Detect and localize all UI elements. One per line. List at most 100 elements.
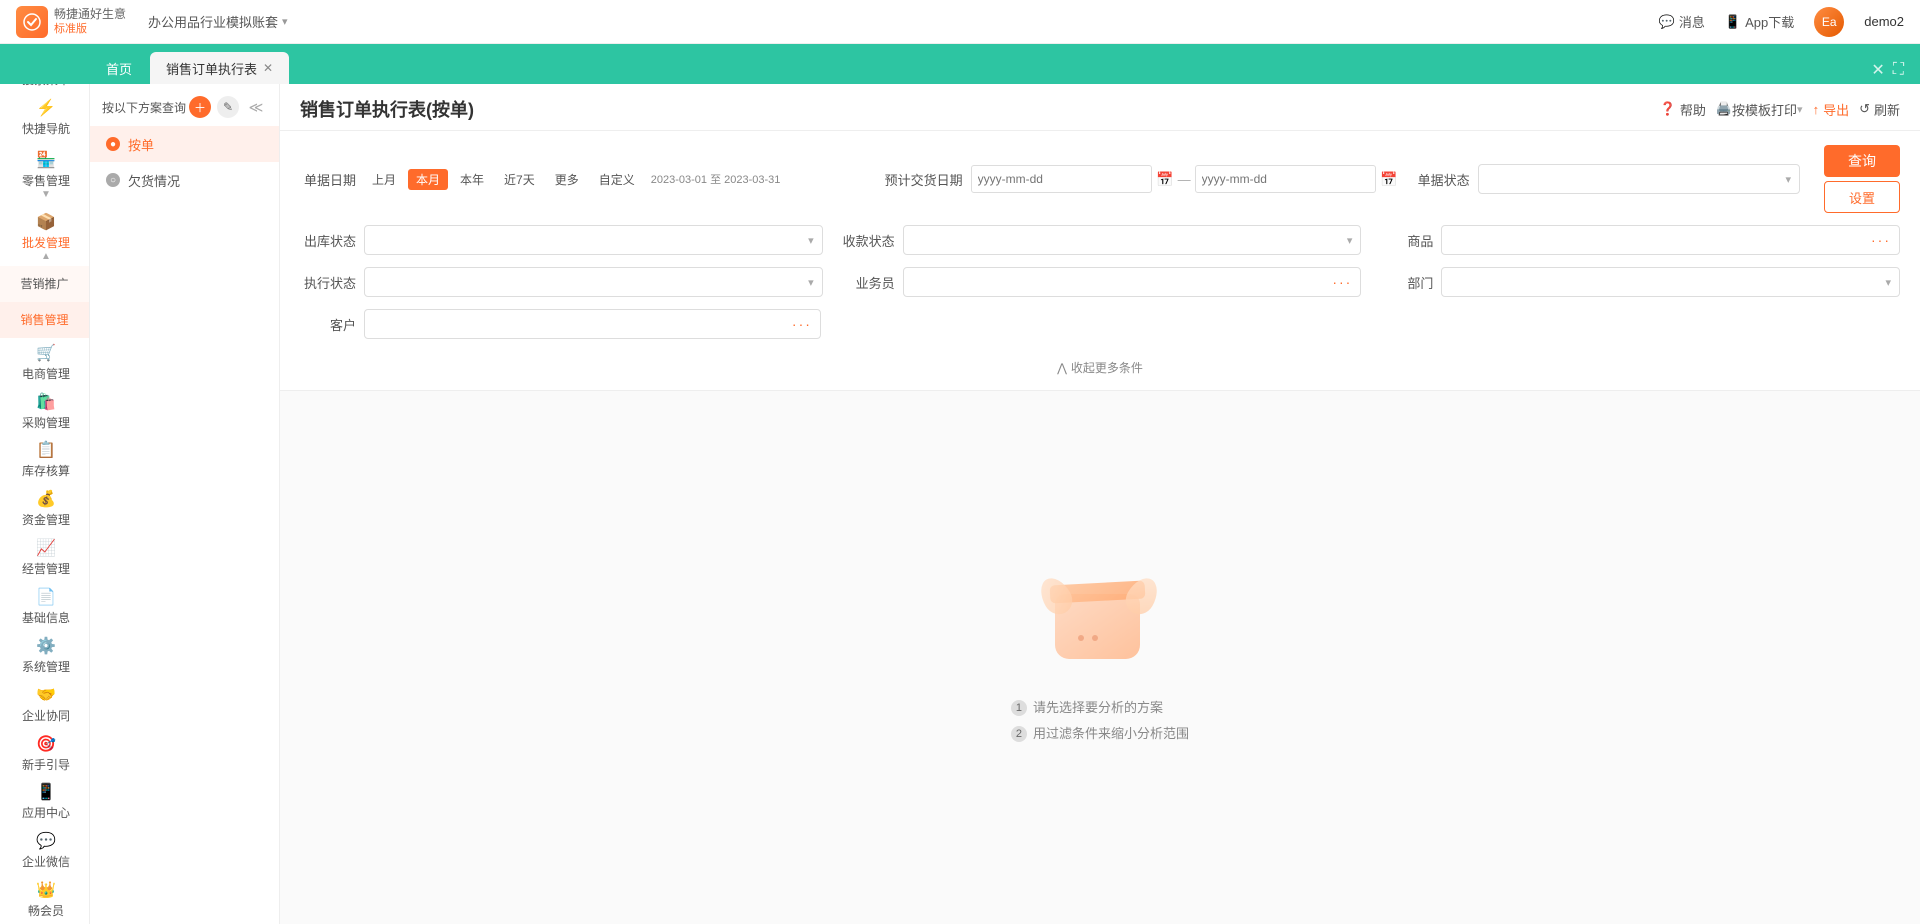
empty-face (1078, 635, 1098, 641)
quick-nav-icon: ⚡ (36, 98, 56, 118)
sidebar-item-basic-info[interactable]: 📄 基础信息 (0, 582, 89, 631)
avatar[interactable]: Ea (1814, 7, 1844, 37)
sidebar-item-marketing[interactable]: 营销推广 (0, 266, 89, 302)
sidebar-label-wholesale: 批发管理 (22, 234, 70, 251)
sidebar-item-app-center[interactable]: 📱 应用中心 (0, 777, 89, 826)
export-btn[interactable]: ↑ 导出 (1813, 100, 1850, 119)
sidebar-item-ecommerce[interactable]: 🛒 电商管理 (0, 338, 89, 387)
tab-sales-order[interactable]: 销售订单执行表 ✕ (150, 52, 289, 84)
expected-date-to[interactable] (1195, 165, 1377, 193)
help-icon: ❓ (1660, 101, 1676, 117)
filter-row-4: 客户 ··· (300, 309, 1900, 339)
empty-illustration (1040, 569, 1160, 679)
filter-row-3: 执行状态 ▾ 业务员 ··· 部门 (300, 267, 1900, 297)
retail-icon: 🏪 (36, 150, 56, 170)
date-tab-thismonth[interactable]: 本月 (408, 169, 448, 190)
date-tab-thisyear[interactable]: 本年 (452, 169, 492, 190)
print-btn[interactable]: 🖨️ 按模板打印 ▾ (1716, 100, 1803, 119)
filter-date: 单据日期 上月 本月 本年 近7天 更多 自定义 2023-03-01 至 20… (300, 169, 867, 190)
collect-status-arrow: ▾ (1347, 234, 1353, 247)
tab-close-window-icon[interactable]: ✕ (1871, 60, 1884, 80)
filter-ship-status: 出库状态 ▾ (300, 225, 823, 255)
nav-arrow: ▾ (282, 15, 288, 28)
sidebar-item-system[interactable]: ⚙️ 系统管理 (0, 631, 89, 680)
logo-main-text: 畅捷通好生意 (54, 7, 126, 23)
collapse-filters-btn[interactable]: ⋀ 收起更多条件 (300, 351, 1900, 380)
goods-dots[interactable]: ··· (1871, 232, 1891, 248)
sidebar-item-operations[interactable]: 📈 经营管理 (0, 533, 89, 582)
help-btn[interactable]: ❓ 帮助 (1660, 100, 1706, 119)
inventory-icon: 📋 (36, 440, 56, 460)
sidebar-item-member[interactable]: 👑 畅会员 (0, 875, 89, 924)
page-actions: ❓ 帮助 🖨️ 按模板打印 ▾ ↑ 导出 ↺ 刷新 (1660, 100, 1900, 119)
print-icon: 🖨️ (1716, 101, 1732, 117)
collab-icon: 🤝 (36, 685, 56, 705)
filter-customer: 客户 ··· (300, 309, 821, 339)
print-dropdown-arrow: ▾ (1797, 103, 1803, 116)
sales-order-tab-label: 销售订单执行表 (166, 59, 257, 78)
date-range-text: 2023-03-01 至 2023-03-31 (651, 171, 781, 187)
scheme-dot-active: ● (106, 137, 120, 151)
operations-icon: 📈 (36, 538, 56, 558)
date-label: 单据日期 (300, 170, 356, 189)
left-panel: 按以下方案查询 ＋ ✎ ≪ ● 按单 ○ 欠货情况 (90, 84, 280, 924)
username[interactable]: demo2 (1864, 14, 1904, 29)
sidebar-item-finance[interactable]: 💰 资金管理 (0, 484, 89, 533)
settings-button[interactable]: 设置 (1824, 181, 1900, 213)
filter-salesman: 业务员 ··· (839, 267, 1362, 297)
collapse-panel-btn[interactable]: ≪ (245, 96, 267, 118)
exec-status-select[interactable]: ▾ (364, 267, 823, 297)
page-title: 销售订单执行表(按单) (300, 96, 474, 122)
tab-home[interactable]: 首页 (90, 52, 148, 84)
nav-title[interactable]: 办公用品行业模拟账套 ▾ (148, 12, 288, 31)
logo-area: 畅捷通好生意 标准版 (16, 6, 126, 38)
customer-input[interactable]: ··· (364, 309, 821, 339)
calendar-icon-from[interactable]: 📅 (1156, 171, 1173, 188)
date-tab-lastmonth[interactable]: 上月 (364, 169, 404, 190)
sidebar-item-inventory[interactable]: 📋 库存核算 (0, 435, 89, 484)
sidebar-item-sales-mgmt[interactable]: 销售管理 (0, 302, 89, 338)
app-download-btn[interactable]: 📱 App下载 (1725, 12, 1794, 31)
scheme-actions: ＋ ✎ ≪ (189, 96, 267, 118)
date-tab-7days[interactable]: 近7天 (496, 169, 543, 190)
download-icon: 📱 (1725, 14, 1741, 30)
calendar-icon-to[interactable]: 📅 (1380, 171, 1397, 188)
left-panel-title: 按以下方案查询 (102, 99, 186, 116)
customer-dots[interactable]: ··· (792, 316, 812, 332)
date-tab-custom[interactable]: 自定义 (591, 169, 643, 190)
sidebar-item-retail[interactable]: 🏪 零售管理 ▼ (0, 142, 89, 204)
tab-close-icon[interactable]: ✕ (263, 61, 273, 75)
sidebar-item-wholesale[interactable]: 📦 批发管理 ▲ (0, 204, 89, 266)
message-btn[interactable]: 💬 消息 (1659, 12, 1705, 31)
date-tabs: 上月 本月 本年 近7天 更多 自定义 (364, 169, 643, 190)
sidebar-item-quick-nav[interactable]: ⚡ 快捷导航 (0, 93, 89, 142)
empty-hints: 1 请先选择要分析的方案 2 用过滤条件来缩小分析范围 (1011, 695, 1189, 747)
date-range-wrap: 2023-03-01 至 2023-03-31 (651, 171, 867, 187)
customer-label: 客户 (300, 315, 356, 334)
refresh-btn[interactable]: ↺ 刷新 (1859, 100, 1900, 119)
query-button[interactable]: 查询 (1824, 145, 1900, 177)
scheme-item-by-order[interactable]: ● 按单 (90, 126, 279, 162)
filter-dept: 部门 ▾ (1377, 267, 1900, 297)
expected-date-from[interactable] (971, 165, 1153, 193)
app-logo-icon (16, 6, 48, 38)
salesman-input[interactable]: ··· (903, 267, 1362, 297)
edit-scheme-btn[interactable]: ✎ (217, 96, 239, 118)
collect-status-select[interactable]: ▾ (903, 225, 1362, 255)
scheme-item-backorder[interactable]: ○ 欠货情况 (90, 162, 279, 198)
sidebar-item-enterprise-wechat[interactable]: 💬 企业微信 (0, 826, 89, 875)
sidebar-item-new-guide[interactable]: 🎯 新手引导 (0, 729, 89, 778)
dept-select[interactable]: ▾ (1441, 267, 1900, 297)
date-tab-more[interactable]: 更多 (547, 169, 587, 190)
sidebar-item-purchase[interactable]: 🛍️ 采购管理 (0, 387, 89, 436)
dept-arrow: ▾ (1885, 276, 1891, 289)
order-status-select[interactable]: ▾ (1478, 164, 1800, 194)
tab-maximize-icon[interactable]: ⛶ (1893, 61, 1904, 79)
goods-input[interactable]: ··· (1441, 225, 1900, 255)
add-scheme-btn[interactable]: ＋ (189, 96, 211, 118)
ship-status-select[interactable]: ▾ (364, 225, 823, 255)
sidebar-item-enterprise-collab[interactable]: 🤝 企业协同 (0, 680, 89, 729)
filter-goods: 商品 ··· (1377, 225, 1900, 255)
salesman-dots[interactable]: ··· (1332, 274, 1352, 290)
home-tab-label: 首页 (106, 59, 132, 78)
